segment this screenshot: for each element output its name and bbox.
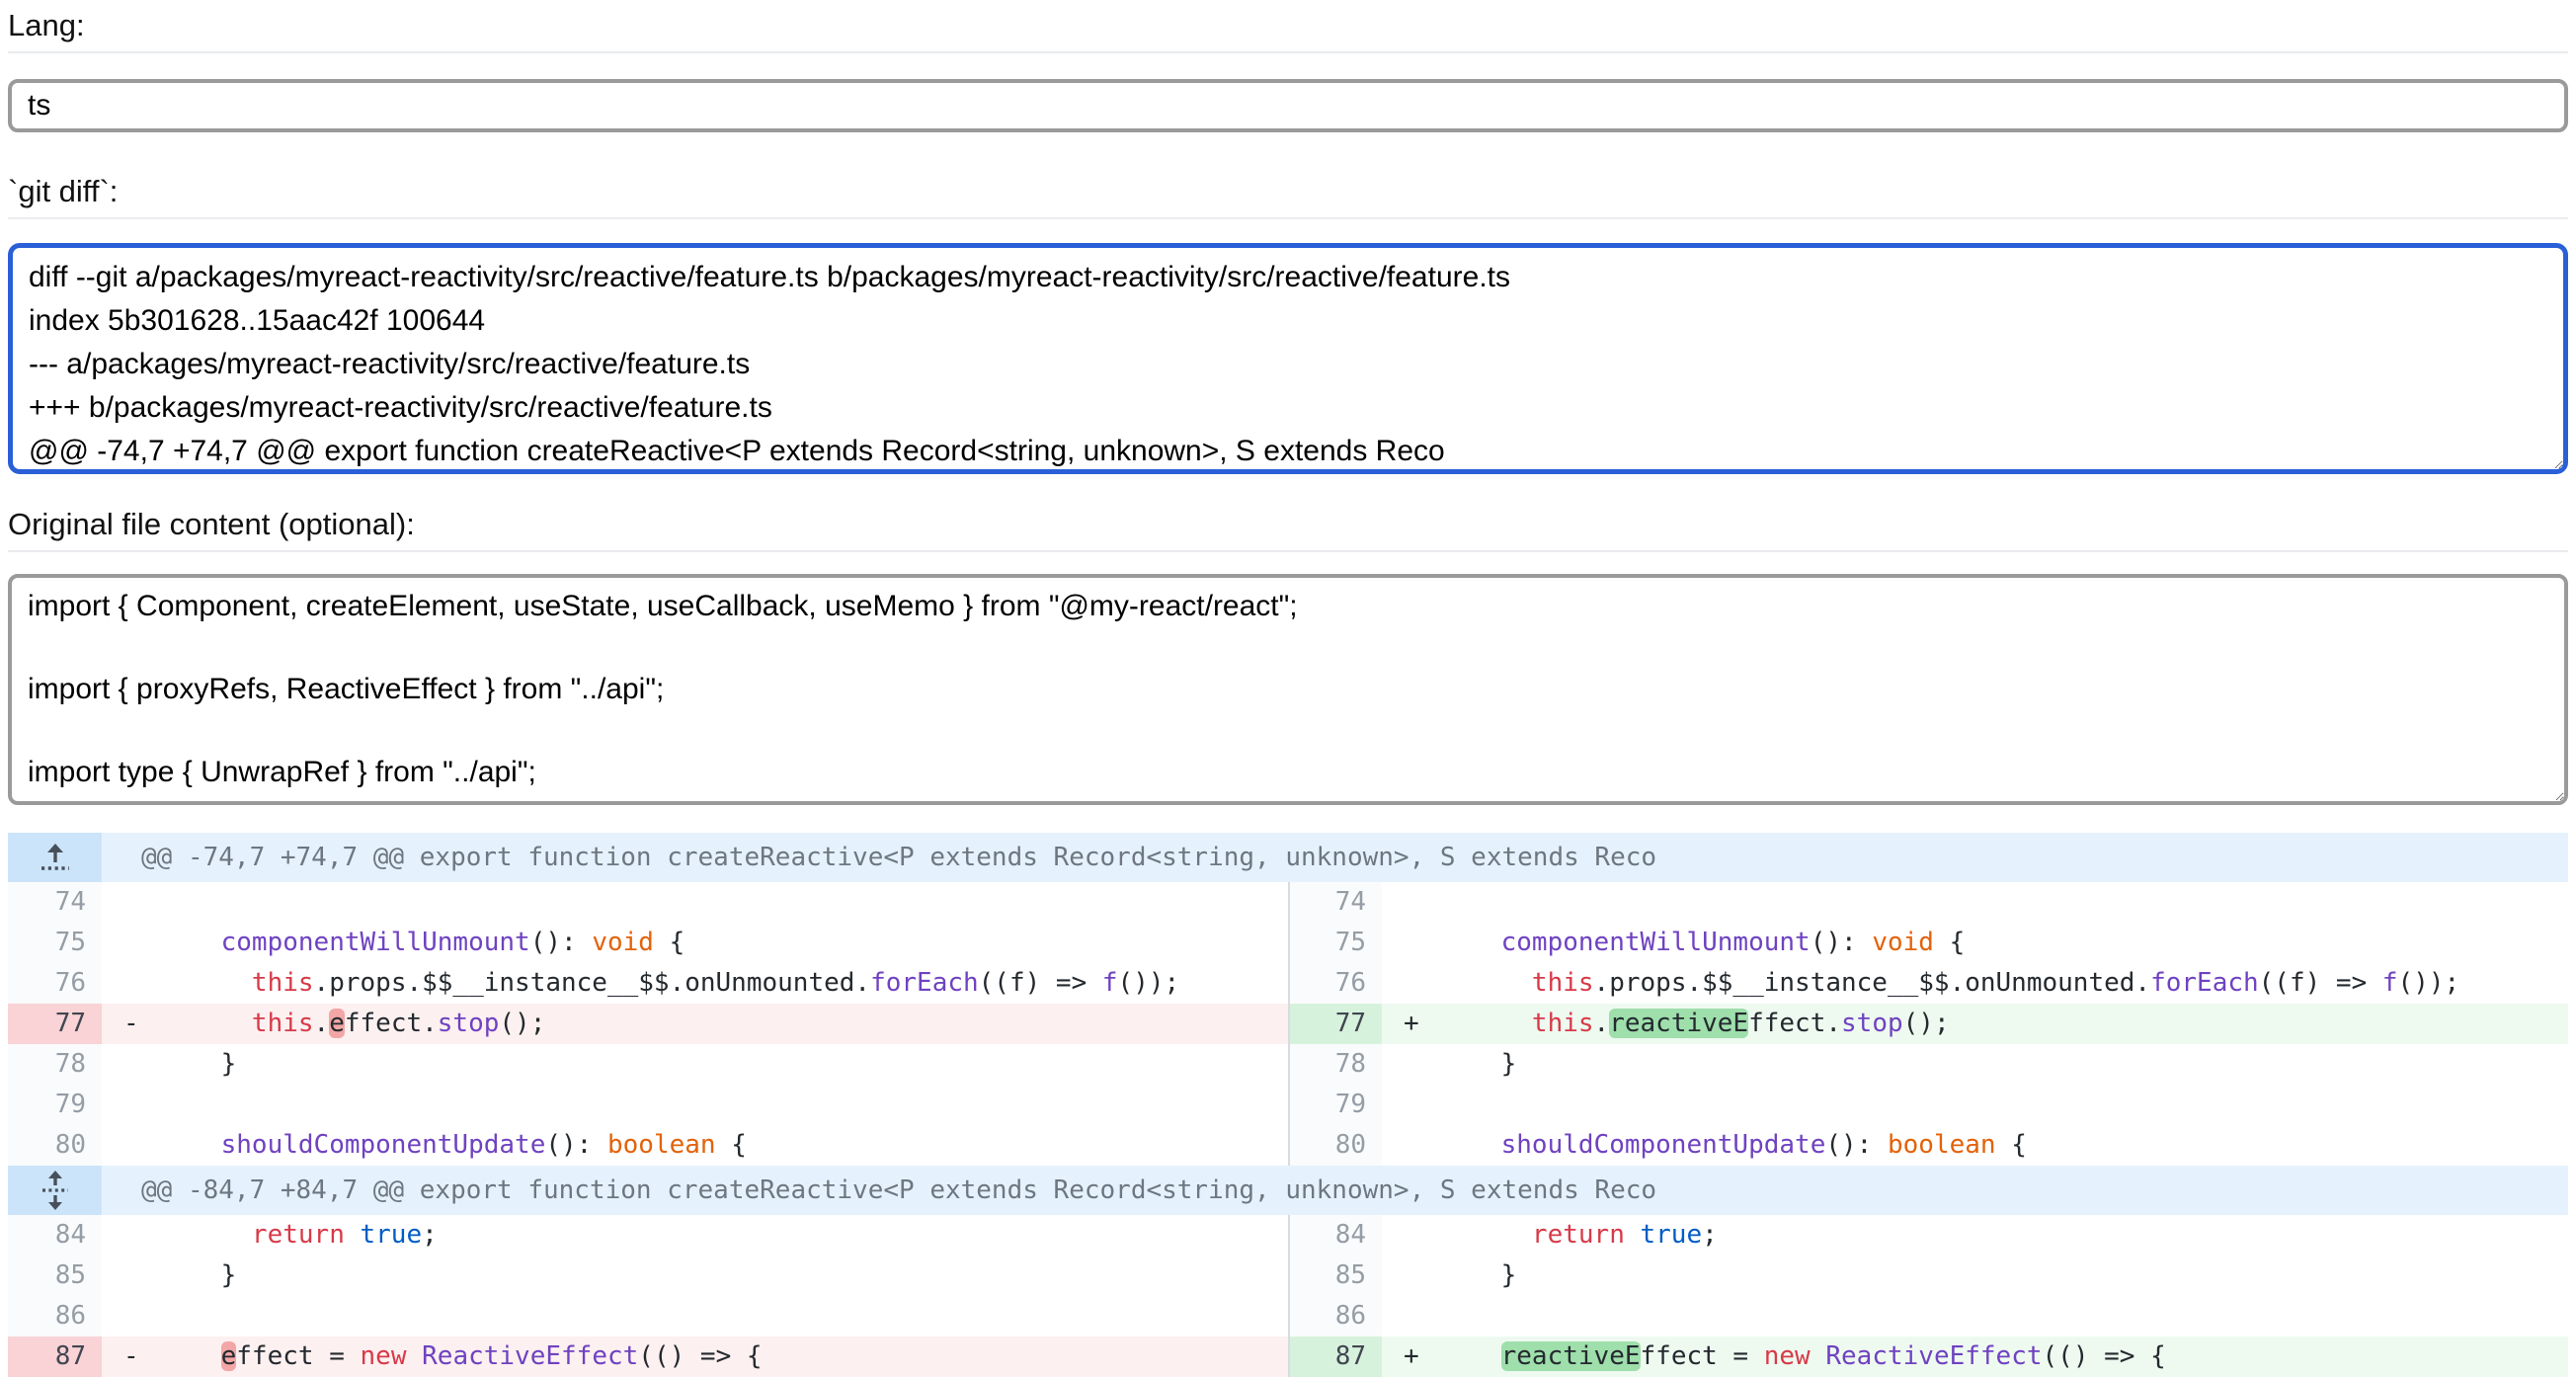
line-number-new[interactable]: 87 <box>1288 1336 1382 1377</box>
line-marker <box>1404 882 1439 923</box>
line-number-new[interactable]: 74 <box>1288 882 1382 923</box>
line-marker <box>123 882 159 923</box>
line-number-new[interactable]: 85 <box>1288 1256 1382 1296</box>
code-text: componentWillUnmount(): void { <box>1500 928 1966 957</box>
code-text: } <box>159 1049 237 1079</box>
code-line-new <box>1382 1296 2568 1336</box>
line-marker <box>123 923 159 963</box>
line-number-old[interactable]: 78 <box>8 1044 102 1085</box>
line-number-old[interactable]: 77 <box>8 1004 102 1044</box>
diff-view: @@ -74,7 +74,7 @@ export function create… <box>8 833 2568 1377</box>
original-content-textarea[interactable] <box>8 574 2568 805</box>
line-marker <box>1404 923 1439 963</box>
code-line-old <box>102 1296 1288 1336</box>
code-line-old: - effect = new ReactiveEffect(() => { <box>102 1336 1288 1377</box>
lang-label: Lang: <box>8 8 2568 53</box>
line-marker <box>123 1256 159 1296</box>
code-line-new: } <box>1382 1256 2568 1296</box>
code-text: } <box>1439 1260 1517 1290</box>
original-content-label: Original file content (optional): <box>8 507 2568 552</box>
code-line-new: + reactiveEffect = new ReactiveEffect(()… <box>1382 1336 2568 1377</box>
code-text: shouldComponentUpdate(): boolean { <box>220 1130 747 1160</box>
hunk-header: @@ -84,7 +84,7 @@ export function create… <box>102 1166 2568 1215</box>
line-number-old[interactable]: 80 <box>8 1125 102 1166</box>
expand-up-icon[interactable] <box>35 840 76 875</box>
line-marker <box>123 1215 159 1256</box>
line-marker <box>123 1085 159 1125</box>
code-text: effect = new ReactiveEffect(() => { <box>220 1341 763 1371</box>
code-line-new <box>1382 882 2568 923</box>
line-number-new[interactable]: 77 <box>1288 1004 1382 1044</box>
expand-split-button[interactable] <box>8 1166 102 1215</box>
line-number-old[interactable]: 84 <box>8 1215 102 1256</box>
code-text: } <box>159 1260 237 1290</box>
line-marker <box>123 1044 159 1085</box>
code-text: this.effect.stop(); <box>251 1009 546 1038</box>
line-number-new[interactable]: 75 <box>1288 923 1382 963</box>
line-marker <box>123 1125 159 1166</box>
code-line-new: + this.reactiveEffect.stop(); <box>1382 1004 2568 1044</box>
line-marker <box>1404 963 1439 1004</box>
code-line-old: this.props.$$__instance__$$.onUnmounted.… <box>102 963 1288 1004</box>
insert-marker: + <box>1404 1341 1419 1371</box>
line-number-new[interactable]: 79 <box>1288 1085 1382 1125</box>
line-number-new[interactable]: 84 <box>1288 1215 1382 1256</box>
delete-marker: - <box>123 1341 139 1371</box>
code-line-new: return true; <box>1382 1215 2568 1256</box>
insert-marker: + <box>1404 1009 1419 1038</box>
line-number-old[interactable]: 86 <box>8 1296 102 1336</box>
code-line-new: } <box>1382 1044 2568 1085</box>
code-text: this.props.$$__instance__$$.onUnmounted.… <box>251 968 1180 998</box>
line-number-old[interactable]: 74 <box>8 882 102 923</box>
line-marker <box>1404 1044 1439 1085</box>
hunk-header: @@ -74,7 +74,7 @@ export function create… <box>102 833 2568 882</box>
code-text: componentWillUnmount(): void { <box>220 928 685 957</box>
code-line-old <box>102 882 1288 923</box>
line-marker <box>123 1296 159 1336</box>
expand-split-icon[interactable] <box>35 1169 76 1212</box>
code-line-old: return true; <box>102 1215 1288 1256</box>
code-line-old <box>102 1085 1288 1125</box>
code-line-new: this.props.$$__instance__$$.onUnmounted.… <box>1382 963 2568 1004</box>
line-marker <box>123 963 159 1004</box>
line-marker <box>1404 1215 1439 1256</box>
code-text: shouldComponentUpdate(): boolean { <box>1500 1130 2027 1160</box>
code-line-old: } <box>102 1256 1288 1296</box>
expand-up-button[interactable] <box>8 833 102 882</box>
delete-marker: - <box>123 1009 139 1038</box>
lang-input[interactable] <box>8 79 2568 132</box>
line-number-old[interactable]: 76 <box>8 963 102 1004</box>
line-number-new[interactable]: 76 <box>1288 963 1382 1004</box>
code-line-new: shouldComponentUpdate(): boolean { <box>1382 1125 2568 1166</box>
code-text: return true; <box>1531 1220 1718 1250</box>
line-marker <box>1404 1085 1439 1125</box>
code-line-old: shouldComponentUpdate(): boolean { <box>102 1125 1288 1166</box>
code-line-new <box>1382 1085 2568 1125</box>
code-line-old: } <box>102 1044 1288 1085</box>
line-marker <box>1404 1256 1439 1296</box>
code-line-old: componentWillUnmount(): void { <box>102 923 1288 963</box>
line-number-old[interactable]: 75 <box>8 923 102 963</box>
page: Lang: `git diff`: Original file content … <box>0 8 2576 1377</box>
code-text: return true; <box>251 1220 438 1250</box>
line-number-old[interactable]: 87 <box>8 1336 102 1377</box>
git-diff-textarea[interactable] <box>8 243 2568 474</box>
code-line-old: - this.effect.stop(); <box>102 1004 1288 1044</box>
line-number-old[interactable]: 85 <box>8 1256 102 1296</box>
line-number-new[interactable]: 78 <box>1288 1044 1382 1085</box>
line-marker <box>1404 1125 1439 1166</box>
code-text: reactiveEffect = new ReactiveEffect(() =… <box>1500 1341 2166 1371</box>
line-number-old[interactable]: 79 <box>8 1085 102 1125</box>
code-text: this.reactiveEffect.stop(); <box>1531 1009 1950 1038</box>
code-line-new: componentWillUnmount(): void { <box>1382 923 2568 963</box>
line-number-new[interactable]: 80 <box>1288 1125 1382 1166</box>
code-text: } <box>1439 1049 1517 1079</box>
git-diff-label: `git diff`: <box>8 174 2568 219</box>
line-number-new[interactable]: 86 <box>1288 1296 1382 1336</box>
code-text: this.props.$$__instance__$$.onUnmounted.… <box>1531 968 2460 998</box>
line-marker <box>1404 1296 1439 1336</box>
